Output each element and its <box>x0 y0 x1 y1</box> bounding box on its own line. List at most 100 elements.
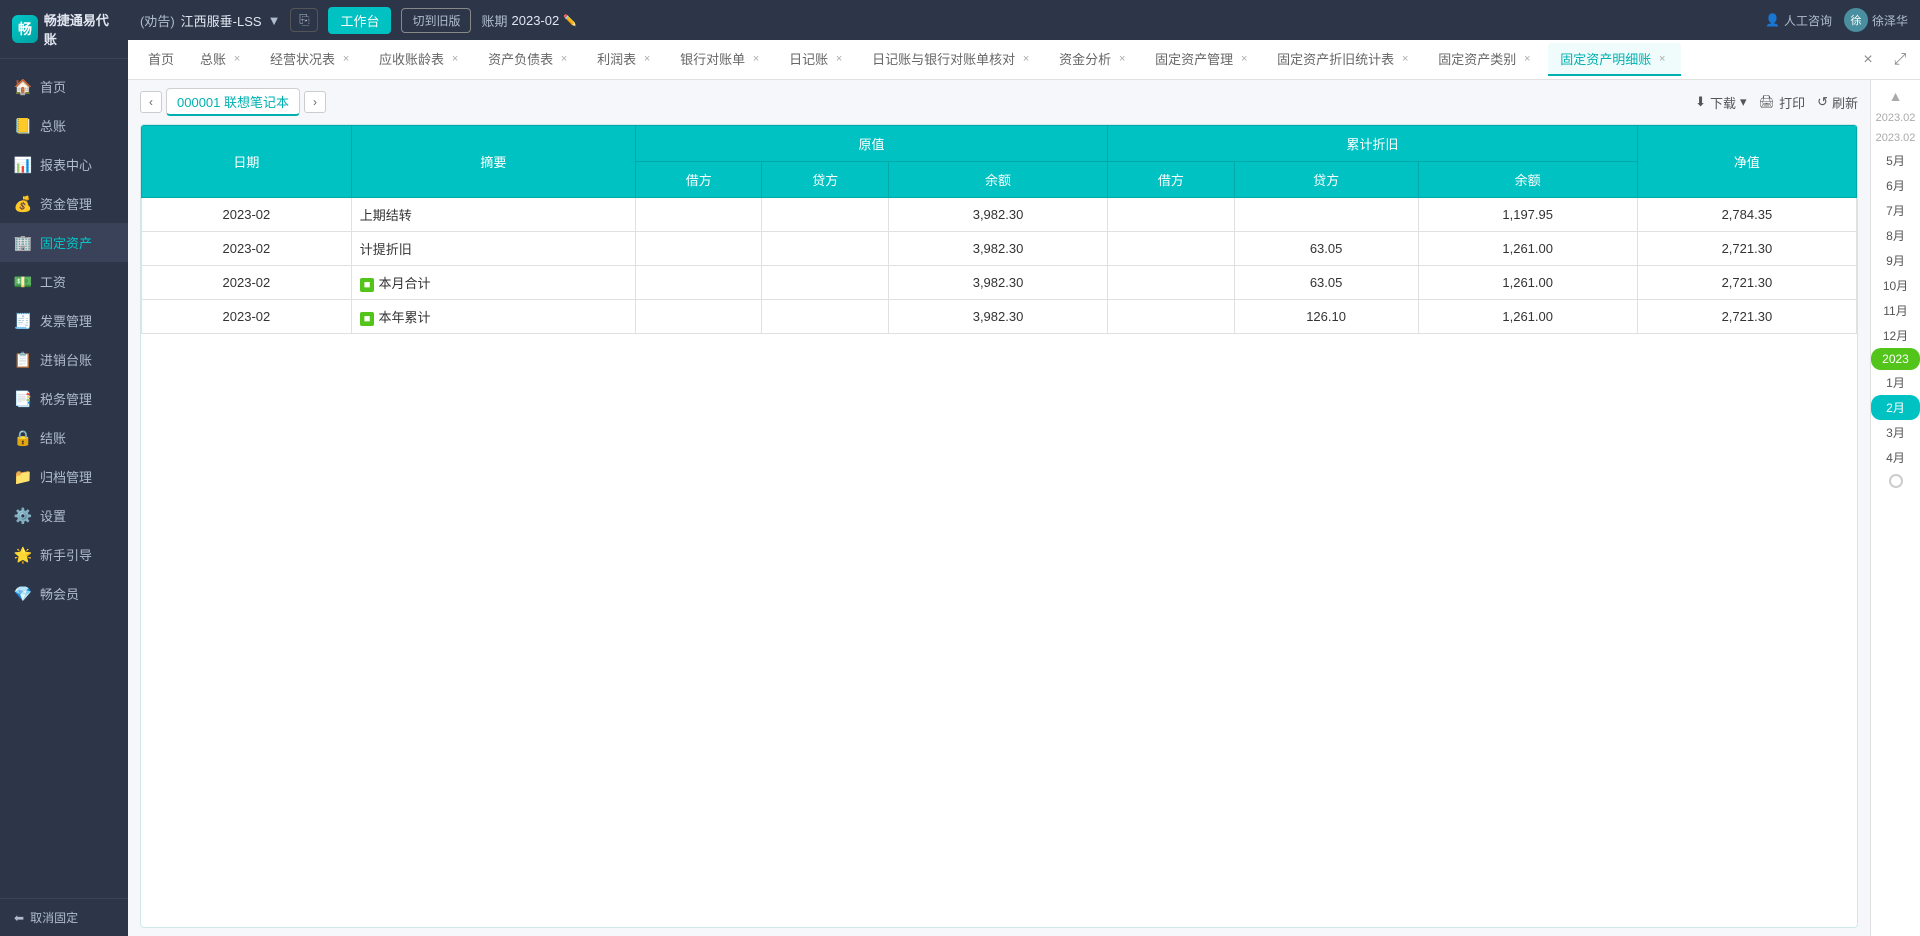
tab-close-journal[interactable]: × <box>832 52 846 66</box>
switch-version-button[interactable]: 切到旧版 <box>401 8 471 33</box>
cell-balance2: 1,261.00 <box>1418 266 1637 300</box>
tab-close-fixed_depreciation[interactable]: × <box>1398 52 1412 66</box>
timeline-month-6月[interactable]: 6月 <box>1871 173 1920 198</box>
company-name: 江西服垂-LSS <box>181 11 262 30</box>
tab-close-fund_analysis[interactable]: × <box>1115 52 1129 66</box>
tab-home[interactable]: 首页 <box>136 43 186 76</box>
sidebar-item-archive[interactable]: 📁 归档管理 <box>0 457 128 496</box>
cell-date: 2023-02 <box>142 232 352 266</box>
timeline-month-8月[interactable]: 8月 <box>1871 223 1920 248</box>
tab-close-reconcile[interactable]: × <box>1019 52 1033 66</box>
tab-close-fixed_category[interactable]: × <box>1520 52 1534 66</box>
timeline-up-button[interactable]: ▲ <box>1885 84 1907 108</box>
sidebar-label-settings: 设置 <box>40 506 66 525</box>
timeline-month-10月[interactable]: 10月 <box>1871 273 1920 298</box>
company-selector[interactable]: (劝告) 江西服垂-LSS ▼ <box>140 11 280 30</box>
period-value: 2023-02 <box>512 13 560 28</box>
cell-credit2: 63.05 <box>1234 266 1418 300</box>
tab-fixed_detail[interactable]: 固定资产明细账× <box>1548 43 1681 76</box>
col-credit1-header: 贷方 <box>762 162 888 198</box>
tab-bank_stmt[interactable]: 银行对账单× <box>668 43 775 76</box>
tab-close-ledger[interactable]: × <box>230 52 244 66</box>
timeline-month-1[interactable]: 1月 <box>1871 370 1920 395</box>
sidebar-item-settings[interactable]: ⚙️ 设置 <box>0 496 128 535</box>
sidebar-item-member[interactable]: 💎 畅会员 <box>0 574 128 613</box>
tab-assets_liab[interactable]: 资产负债表× <box>476 43 583 76</box>
breadcrumb-prev-button[interactable]: ‹ <box>140 91 162 113</box>
copy-button[interactable]: ⎘ <box>290 8 318 32</box>
sidebar-label-guide: 新手引导 <box>40 545 92 564</box>
tab-ledger[interactable]: 总账 × <box>188 43 256 76</box>
sidebar-item-home[interactable]: 🏠 首页 <box>0 67 128 106</box>
main-area: (劝告) 江西服垂-LSS ▼ ⎘ 工作台 切到旧版 账期 2023-02 ✏️… <box>128 0 1920 936</box>
tab-journal[interactable]: 日记账× <box>777 43 858 76</box>
user-menu[interactable]: 徐 徐泽华 <box>1844 8 1908 32</box>
logo-icon: 畅 <box>12 15 38 43</box>
timeline-month-5月[interactable]: 5月 <box>1871 148 1920 173</box>
topbar: (劝告) 江西服垂-LSS ▼ ⎘ 工作台 切到旧版 账期 2023-02 ✏️… <box>128 0 1920 40</box>
period-edit-icon[interactable]: ✏️ <box>563 14 577 27</box>
timeline-month-2[interactable]: 2月 <box>1871 395 1920 420</box>
timeline-month-12月[interactable]: 12月 <box>1871 323 1920 348</box>
timeline-year-badge-2023[interactable]: 2023 <box>1871 348 1920 370</box>
breadcrumb-next-button[interactable]: › <box>304 91 326 113</box>
cell-credit2 <box>1234 198 1418 232</box>
human-service-button[interactable]: 👤 人工咨询 <box>1765 12 1832 29</box>
content-area: ‹ 000001 联想笔记本 › ⬇ 下载 ▾ 🖨 打印 <box>128 80 1920 936</box>
tab-fixed_depreciation[interactable]: 固定资产折旧统计表× <box>1265 43 1424 76</box>
timeline-dot[interactable] <box>1889 474 1903 488</box>
workbench-button[interactable]: 工作台 <box>328 7 391 34</box>
timeline-month-9月[interactable]: 9月 <box>1871 248 1920 273</box>
print-button[interactable]: 🖨 打印 <box>1759 93 1806 112</box>
tab-fixed_mgmt[interactable]: 固定资产管理× <box>1143 43 1263 76</box>
tab-status[interactable]: 经营状况表× <box>258 43 365 76</box>
sidebar-item-funds[interactable]: 💰 资金管理 <box>0 184 128 223</box>
sidebar-label-home: 首页 <box>40 77 66 96</box>
tab-label-fund_analysis: 资金分析 <box>1059 49 1111 68</box>
cell-debit2 <box>1108 300 1234 334</box>
breadcrumb-current[interactable]: 000001 联想笔记本 <box>166 88 300 116</box>
fixed-asset-detail-table: 日期 摘要 原值 累计折旧 净值 借方 贷方 余额 借方 <box>141 125 1857 334</box>
tab-close-bank_stmt[interactable]: × <box>749 52 763 66</box>
tab-profit[interactable]: 利润表× <box>585 43 666 76</box>
refresh-button[interactable]: ↺ 刷新 <box>1817 93 1858 112</box>
expand-tabs-button[interactable]: ⤢ <box>1888 48 1912 72</box>
sidebar-unpin-button[interactable]: ⬅ 取消固定 <box>0 898 128 936</box>
tab-close-status[interactable]: × <box>339 52 353 66</box>
tab-close-receivable[interactable]: × <box>448 52 462 66</box>
tab-close-fixed_mgmt[interactable]: × <box>1237 52 1251 66</box>
close-all-tabs-button[interactable]: × <box>1856 48 1880 72</box>
col-balance2-header: 余额 <box>1418 162 1637 198</box>
sidebar-item-tax[interactable]: 📑 税务管理 <box>0 379 128 418</box>
cell-balance1: 3,982.30 <box>888 266 1107 300</box>
sidebar-item-close[interactable]: 🔒 结账 <box>0 418 128 457</box>
download-button[interactable]: ⬇ 下载 ▾ <box>1695 93 1746 112</box>
sidebar-item-reports[interactable]: 📊 报表中心 <box>0 145 128 184</box>
sidebar-item-guide[interactable]: 🌟 新手引导 <box>0 535 128 574</box>
cell-balance2: 1,197.95 <box>1418 198 1637 232</box>
guide-icon: 🌟 <box>14 546 32 564</box>
cell-balance1: 3,982.30 <box>888 198 1107 232</box>
sidebar-item-invoice[interactable]: 🧾 发票管理 <box>0 301 128 340</box>
timeline-month-3月[interactable]: 3月 <box>1871 420 1920 445</box>
timeline-month-11月[interactable]: 11月 <box>1871 298 1920 323</box>
sales-icon: 📋 <box>14 351 32 369</box>
service-icon: 👤 <box>1765 13 1780 27</box>
tab-close-assets_liab[interactable]: × <box>557 52 571 66</box>
tab-fund_analysis[interactable]: 资金分析 × <box>1047 43 1141 76</box>
tab-close-fixed_detail[interactable]: × <box>1655 52 1669 66</box>
sidebar-item-ledger[interactable]: 📒 总账 <box>0 106 128 145</box>
page-content: ‹ 000001 联想笔记本 › ⬇ 下载 ▾ 🖨 打印 <box>128 80 1870 936</box>
timeline-month-7月[interactable]: 7月 <box>1871 198 1920 223</box>
cell-credit1 <box>762 300 888 334</box>
sidebar-item-salary[interactable]: 💵 工资 <box>0 262 128 301</box>
sidebar-item-fixed[interactable]: 🏢 固定资产 <box>0 223 128 262</box>
timeline-month-4月[interactable]: 4月 <box>1871 445 1920 470</box>
tab-reconcile[interactable]: 日记账与银行对账单核对× <box>860 43 1045 76</box>
tab-label-ledger: 总账 <box>200 49 226 68</box>
tab-fixed_category[interactable]: 固定资产类别× <box>1426 43 1546 76</box>
sidebar-item-sales[interactable]: 📋 进销台账 <box>0 340 128 379</box>
tab-receivable[interactable]: 应收账龄表× <box>367 43 474 76</box>
tab-close-profit[interactable]: × <box>640 52 654 66</box>
salary-icon: 💵 <box>14 273 32 291</box>
